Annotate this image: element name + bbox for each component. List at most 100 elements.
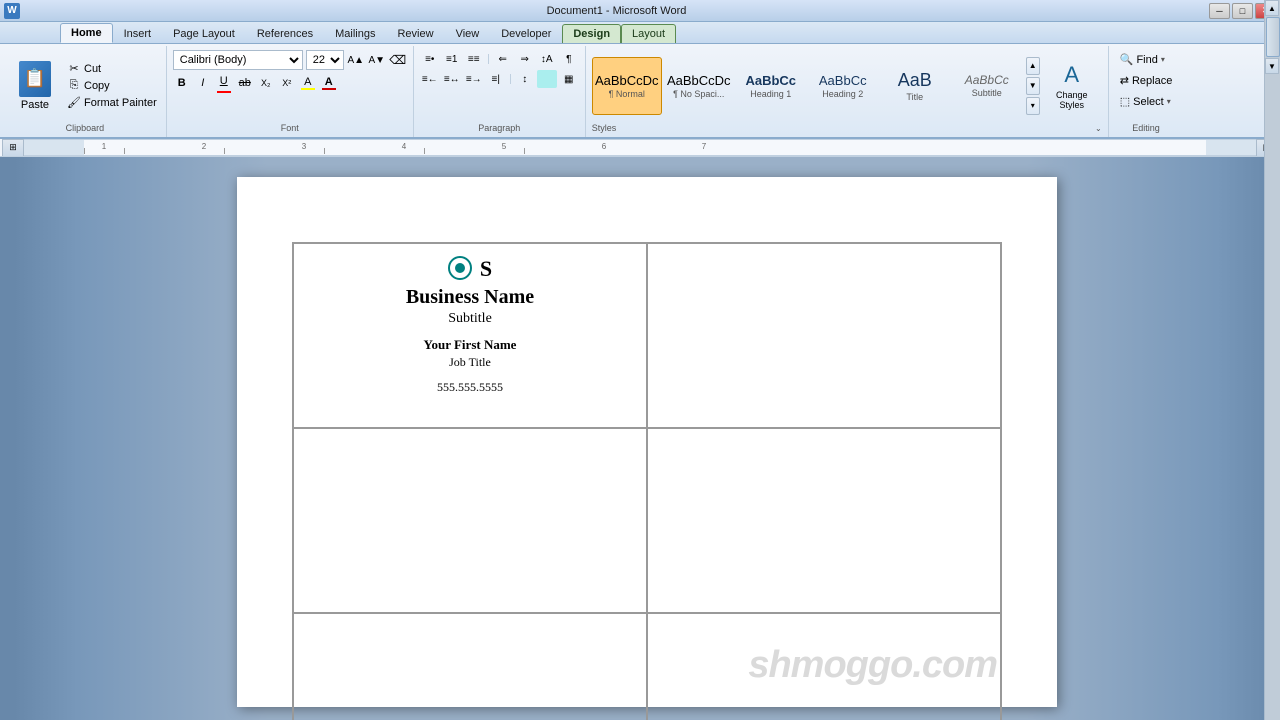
style-title[interactable]: AaB Title — [880, 57, 950, 115]
shading-button[interactable] — [537, 70, 557, 88]
tab-review[interactable]: Review — [386, 24, 444, 43]
replace-button[interactable]: ⇄ Replace — [1115, 71, 1178, 90]
font-size-decrease-button[interactable]: A▼ — [368, 51, 386, 69]
increase-indent-button[interactable]: ⇒ — [515, 50, 535, 68]
multilevel-list-button[interactable]: ≡≡ — [464, 50, 484, 68]
minimize-button[interactable]: ─ — [1209, 3, 1230, 19]
find-arrow: ▾ — [1161, 55, 1165, 64]
font-family-select[interactable]: Calibri (Body) — [173, 50, 303, 70]
format-painter-button[interactable]: 🖌 Format Painter — [64, 95, 160, 111]
tab-layout[interactable]: Layout — [621, 24, 676, 43]
ruler-tick-4 — [424, 148, 425, 154]
tab-page-layout[interactable]: Page Layout — [162, 24, 246, 43]
card-cell-top-right[interactable] — [647, 243, 1001, 428]
find-button[interactable]: 🔍 Find ▾ — [1115, 50, 1170, 69]
ribbon-tabs: Home Insert Page Layout References Maili… — [0, 22, 1280, 44]
align-right-button[interactable]: ≡→ — [464, 70, 484, 88]
card-job-title: Job Title — [449, 355, 491, 370]
style-subtitle-label: Subtitle — [972, 88, 1002, 98]
line-spacing-button[interactable]: ↕ — [515, 70, 535, 88]
change-styles-icon: A — [1064, 62, 1079, 88]
card-cell-top-left[interactable]: S Business Name Subtitle Your First Name… — [293, 243, 647, 428]
style-heading2[interactable]: AaBbCc Heading 2 — [808, 57, 878, 115]
text-highlight-button[interactable]: A — [299, 74, 317, 92]
font-color-button[interactable]: A — [320, 74, 338, 92]
font-size-select[interactable]: 22 — [306, 50, 344, 70]
select-arrow: ▾ — [1167, 97, 1171, 106]
ribbon: 📋 Paste ✂ Cut ⎘ Copy 🖌 Format Painter Cl… — [0, 44, 1280, 139]
paragraph-group-label: Paragraph — [478, 121, 520, 135]
tab-insert[interactable]: Insert — [113, 24, 163, 43]
justify-button[interactable]: ≡| — [486, 70, 506, 88]
ruler-corner-button[interactable]: ⊞ — [2, 139, 24, 157]
numbering-button[interactable]: ≡1 — [442, 50, 462, 68]
vertical-scrollbar[interactable]: ▲ ▼ — [1264, 157, 1280, 720]
align-center-button[interactable]: ≡↔ — [442, 70, 462, 88]
styles-expand-arrow[interactable]: ⌄ — [1095, 124, 1102, 133]
maximize-button[interactable]: □ — [1232, 3, 1253, 19]
card-cell-mid-right[interactable] — [647, 428, 1001, 613]
editing-group: 🔍 Find ▾ ⇄ Replace ⬚ Select ▾ Editing — [1109, 46, 1184, 137]
ruler: ⊞ 1 2 3 4 5 6 7 ▶ — [0, 139, 1280, 157]
find-label: Find — [1136, 54, 1157, 66]
align-left-button[interactable]: ≡← — [420, 70, 440, 88]
font-name-row: Calibri (Body) 22 A▲ A▼ ⌫ — [173, 50, 407, 70]
subscript-button[interactable]: X₂ — [257, 74, 275, 92]
copy-icon: ⎘ — [67, 79, 81, 93]
ruler-num-4: 4 — [402, 142, 406, 151]
clipboard-group: 📋 Paste ✂ Cut ⎘ Copy 🖌 Format Painter Cl… — [4, 46, 167, 137]
card-cell-mid-left[interactable] — [293, 428, 647, 613]
ruler-margin-right — [1206, 140, 1256, 155]
decrease-indent-button[interactable]: ⇐ — [493, 50, 513, 68]
ruler-num-3: 3 — [302, 142, 306, 151]
strikethrough-button[interactable]: ab — [236, 74, 254, 92]
font-size-increase-button[interactable]: A▲ — [347, 51, 365, 69]
ruler-margin-left — [24, 140, 84, 155]
style-normal-label: ¶ Normal — [609, 89, 645, 99]
bold-button[interactable]: B — [173, 74, 191, 92]
editing-controls: 🔍 Find ▾ ⇄ Replace ⬚ Select ▾ — [1115, 48, 1178, 121]
styles-expand[interactable]: ▾ — [1026, 97, 1040, 115]
font-color-bar — [322, 88, 336, 90]
tab-mailings[interactable]: Mailings — [324, 24, 386, 43]
card-cell-bot-left[interactable] — [293, 613, 647, 720]
style-normal[interactable]: AaBbCcDc ¶ Normal — [592, 57, 662, 115]
clipboard-actions: ✂ Cut ⎘ Copy 🖌 Format Painter — [64, 61, 160, 111]
style-heading1-preview: AaBbCc — [745, 73, 796, 88]
tab-developer[interactable]: Developer — [490, 24, 562, 43]
card-cell-bot-right[interactable] — [647, 613, 1001, 720]
style-heading1[interactable]: AaBbCc Heading 1 — [736, 57, 806, 115]
bullets-button[interactable]: ≡• — [420, 50, 440, 68]
italic-button[interactable]: I — [194, 74, 212, 92]
replace-icon: ⇄ — [1120, 74, 1129, 87]
tab-home[interactable]: Home — [60, 23, 113, 43]
select-label: Select — [1133, 96, 1164, 108]
clear-formatting-button[interactable]: ⌫ — [389, 51, 407, 69]
style-heading2-label: Heading 2 — [822, 89, 863, 99]
paste-button[interactable]: 📋 Paste — [10, 58, 60, 114]
cut-button[interactable]: ✂ Cut — [64, 61, 160, 77]
document-area[interactable]: S Business Name Subtitle Your First Name… — [14, 157, 1280, 720]
ruler-tick-2 — [224, 148, 225, 154]
style-title-label: Title — [906, 92, 923, 102]
copy-button[interactable]: ⎘ Copy — [64, 78, 160, 94]
style-no-spacing[interactable]: AaBbCcDc ¶ No Spaci... — [664, 57, 734, 115]
clipboard-group-label: Clipboard — [66, 121, 105, 135]
style-subtitle[interactable]: AaBbCc Subtitle — [952, 57, 1022, 115]
superscript-button[interactable]: X² — [278, 74, 296, 92]
change-styles-button[interactable]: A Change Styles — [1042, 52, 1102, 120]
styles-scroll-up[interactable]: ▲ — [1026, 57, 1040, 75]
paste-label: Paste — [21, 99, 49, 111]
underline-button[interactable]: U — [215, 72, 233, 93]
tab-view[interactable]: View — [445, 24, 491, 43]
main-area: S Business Name Subtitle Your First Name… — [0, 157, 1280, 720]
sort-button[interactable]: ↕A — [537, 50, 557, 68]
tab-references[interactable]: References — [246, 24, 324, 43]
borders-button[interactable]: ▦ — [559, 70, 579, 88]
tab-design[interactable]: Design — [562, 24, 621, 43]
styles-scroll-down[interactable]: ▼ — [1026, 77, 1040, 95]
ruler-tick-5 — [524, 148, 525, 154]
select-button[interactable]: ⬚ Select ▾ — [1115, 92, 1176, 111]
show-formatting-button[interactable]: ¶ — [559, 50, 579, 68]
styles-group-label: Styles — [592, 121, 617, 135]
